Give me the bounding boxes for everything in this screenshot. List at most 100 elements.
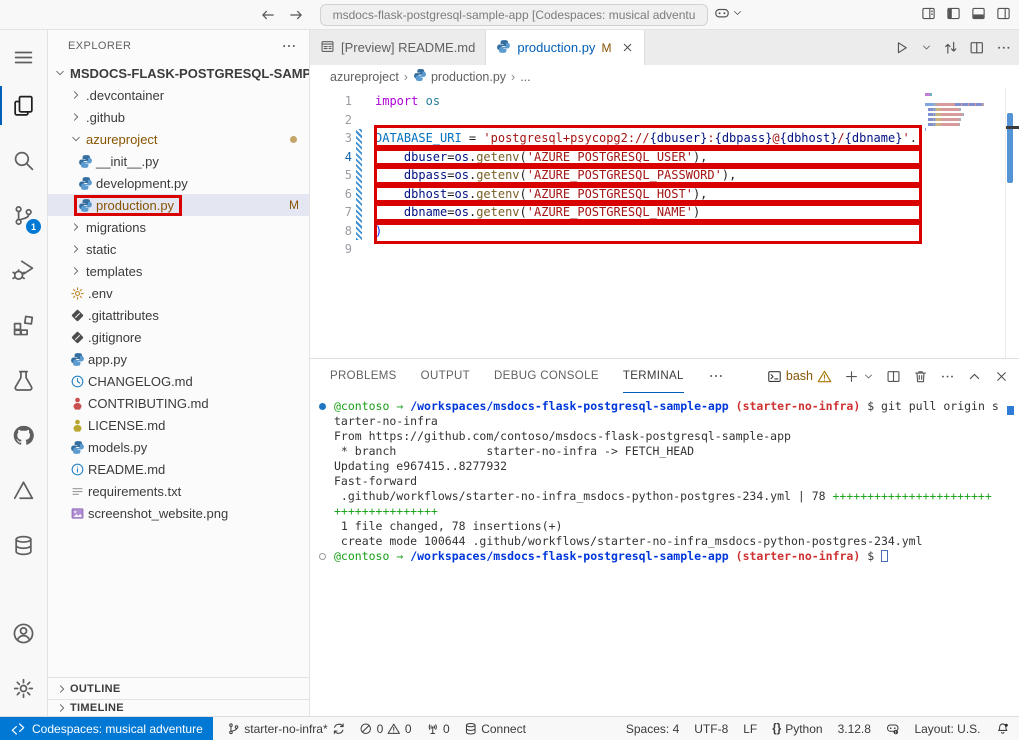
open-changes-icon[interactable] — [943, 40, 959, 56]
activity-extensions[interactable] — [0, 298, 47, 353]
arrow-left-icon[interactable] — [260, 7, 276, 23]
tree-item-screenshot-website.png[interactable]: screenshot_website.png — [48, 502, 309, 524]
ellipsis-icon[interactable] — [281, 38, 297, 54]
panel-tab-terminal[interactable]: TERMINAL — [623, 359, 684, 393]
tree-item-.gitignore[interactable]: .gitignore — [48, 326, 309, 348]
tree-item-label: CHANGELOG.md — [86, 374, 193, 389]
chevron-down-icon[interactable] — [863, 369, 874, 384]
command-decoration[interactable] — [319, 403, 326, 410]
copilot-menu[interactable] — [714, 5, 743, 21]
tree-item-templates[interactable]: templates — [48, 260, 309, 282]
preview-icon — [320, 39, 335, 57]
python-icon — [496, 39, 511, 57]
sidebar-title: EXPLORER — [68, 40, 131, 52]
minimap-token — [959, 108, 961, 110]
tree-item-contributing.md[interactable]: CONTRIBUTING.md — [48, 392, 309, 414]
tree-item-readme.md[interactable]: README.md — [48, 458, 309, 480]
ellipsis-icon[interactable] — [708, 368, 724, 384]
tab--preview-readme.md[interactable]: [Preview] README.md — [310, 30, 486, 65]
activity-menu[interactable] — [0, 36, 47, 78]
activity-accounts[interactable] — [0, 606, 47, 661]
tree-item-models.py[interactable]: models.py — [48, 436, 309, 458]
split-editor-icon[interactable] — [886, 369, 901, 384]
ellipsis-icon[interactable] — [940, 369, 955, 384]
tree-item-azureproject[interactable]: azureproject — [48, 128, 309, 150]
activity-database[interactable] — [0, 518, 47, 573]
toggle-secondary-sidebar-icon[interactable] — [996, 6, 1011, 21]
tree-item-.github[interactable]: .github — [48, 106, 309, 128]
split-editor-icon[interactable] — [969, 40, 985, 56]
activity-explorer[interactable] — [0, 78, 47, 133]
toggle-primary-sidebar-icon[interactable] — [946, 6, 961, 21]
remote-indicator[interactable]: Codespaces: musical adventure — [0, 717, 213, 740]
workbench: 1 EXPLORER MSDOCS-FLASK-POSTGRESQL-SAMPL… — [0, 30, 1019, 716]
sidebar-section-outline[interactable]: OUTLINE — [48, 677, 309, 699]
overview-ruler[interactable] — [1005, 88, 1019, 358]
close-icon[interactable] — [621, 41, 634, 54]
extensions-icon — [12, 314, 35, 337]
tree-item-app.py[interactable]: app.py — [48, 348, 309, 370]
tree-item-msdocs-flask-postgresql-sample-...[interactable]: MSDOCS-FLASK-POSTGRESQL-SAMPLE-... — [48, 62, 309, 84]
tree-item-.gitattributes[interactable]: .gitattributes — [48, 304, 309, 326]
breadcrumb-item[interactable]: ... — [520, 70, 530, 84]
status-connect[interactable]: Connect — [464, 722, 526, 736]
tree-item-label: .devcontainer — [84, 88, 164, 103]
panel-tab-debug-console[interactable]: DEBUG CONSOLE — [494, 359, 599, 393]
breadcrumb[interactable]: azureproject›production.py›... — [310, 65, 1019, 88]
status-keyboard-layout[interactable]: Layout: U.S. — [914, 722, 980, 736]
python-icon — [76, 176, 94, 191]
status-branch[interactable]: starter-no-infra* — [227, 722, 345, 736]
trash-icon[interactable] — [913, 369, 928, 384]
breadcrumb-item[interactable]: production.py — [431, 70, 506, 84]
sidebar-section-timeline[interactable]: TIMELINE — [48, 699, 309, 716]
tab-production.py[interactable]: production.pyM — [486, 30, 645, 65]
command-center-search[interactable]: msdocs-flask-postgresql-sample-app [Code… — [320, 4, 708, 26]
terminal[interactable]: @contoso → /workspaces/msdocs-flask-post… — [310, 393, 1019, 716]
minimap[interactable] — [925, 88, 1005, 358]
customize-layout-icon[interactable] — [921, 6, 936, 21]
status-copilot-status[interactable] — [886, 722, 900, 736]
status-notifications[interactable] — [996, 722, 1010, 736]
ellipsis-icon[interactable] — [996, 40, 1012, 56]
code-editor[interactable]: 1import os23DATABASE_URI = 'postgresql+p… — [310, 88, 1019, 358]
activity-search[interactable] — [0, 133, 47, 188]
toggle-panel-icon[interactable] — [971, 6, 986, 21]
plus-icon[interactable] — [844, 369, 859, 384]
breadcrumb-separator: › — [510, 70, 516, 84]
status-eol[interactable]: LF — [743, 722, 757, 736]
arrow-right-icon[interactable] — [288, 7, 304, 23]
status-python-version[interactable]: 3.12.8 — [838, 722, 871, 736]
breadcrumb-item[interactable]: azureproject — [330, 70, 399, 84]
activity-testing[interactable] — [0, 353, 47, 408]
tree-item-requirements.txt[interactable]: requirements.txt — [48, 480, 309, 502]
run-icon[interactable] — [894, 40, 910, 56]
close-icon[interactable] — [994, 369, 1009, 384]
tree-item-license.md[interactable]: LICENSE.md — [48, 414, 309, 436]
activity-azure[interactable] — [0, 463, 47, 518]
status-language[interactable]: {}Python — [772, 722, 822, 736]
tree-item--init-.py[interactable]: __init__.py — [48, 150, 309, 172]
status-indentation[interactable]: Spaces: 4 — [626, 722, 679, 736]
status-ports[interactable]: 0 — [426, 722, 450, 736]
chevron-up-icon[interactable] — [967, 369, 982, 384]
tree-item-changelog.md[interactable]: CHANGELOG.md — [48, 370, 309, 392]
tree-item-.env[interactable]: .env — [48, 282, 309, 304]
tree-item-migrations[interactable]: migrations — [48, 216, 309, 238]
tree-item-development.py[interactable]: development.py — [48, 172, 309, 194]
status-encoding[interactable]: UTF-8 — [694, 722, 728, 736]
panel-tab-problems[interactable]: PROBLEMS — [330, 359, 397, 393]
terminal-text: /workspaces/msdocs-flask-postgresql-samp… — [410, 399, 729, 413]
panel-tab-output[interactable]: OUTPUT — [421, 359, 470, 393]
tree-item-static[interactable]: static — [48, 238, 309, 260]
env-gear-icon — [68, 286, 86, 301]
tree-item-.devcontainer[interactable]: .devcontainer — [48, 84, 309, 106]
status-problems[interactable]: 00 — [359, 722, 411, 736]
tree-item-production.py[interactable]: production.pyM — [48, 194, 309, 216]
activity-run-and-debug[interactable] — [0, 243, 47, 298]
activity-github[interactable] — [0, 408, 47, 463]
terminal-shell-selector[interactable]: bash — [767, 369, 832, 384]
chevron-down-icon[interactable] — [921, 42, 932, 53]
command-decoration[interactable] — [319, 553, 326, 560]
activity-source-control[interactable]: 1 — [0, 188, 47, 243]
activity-settings[interactable] — [0, 661, 47, 716]
